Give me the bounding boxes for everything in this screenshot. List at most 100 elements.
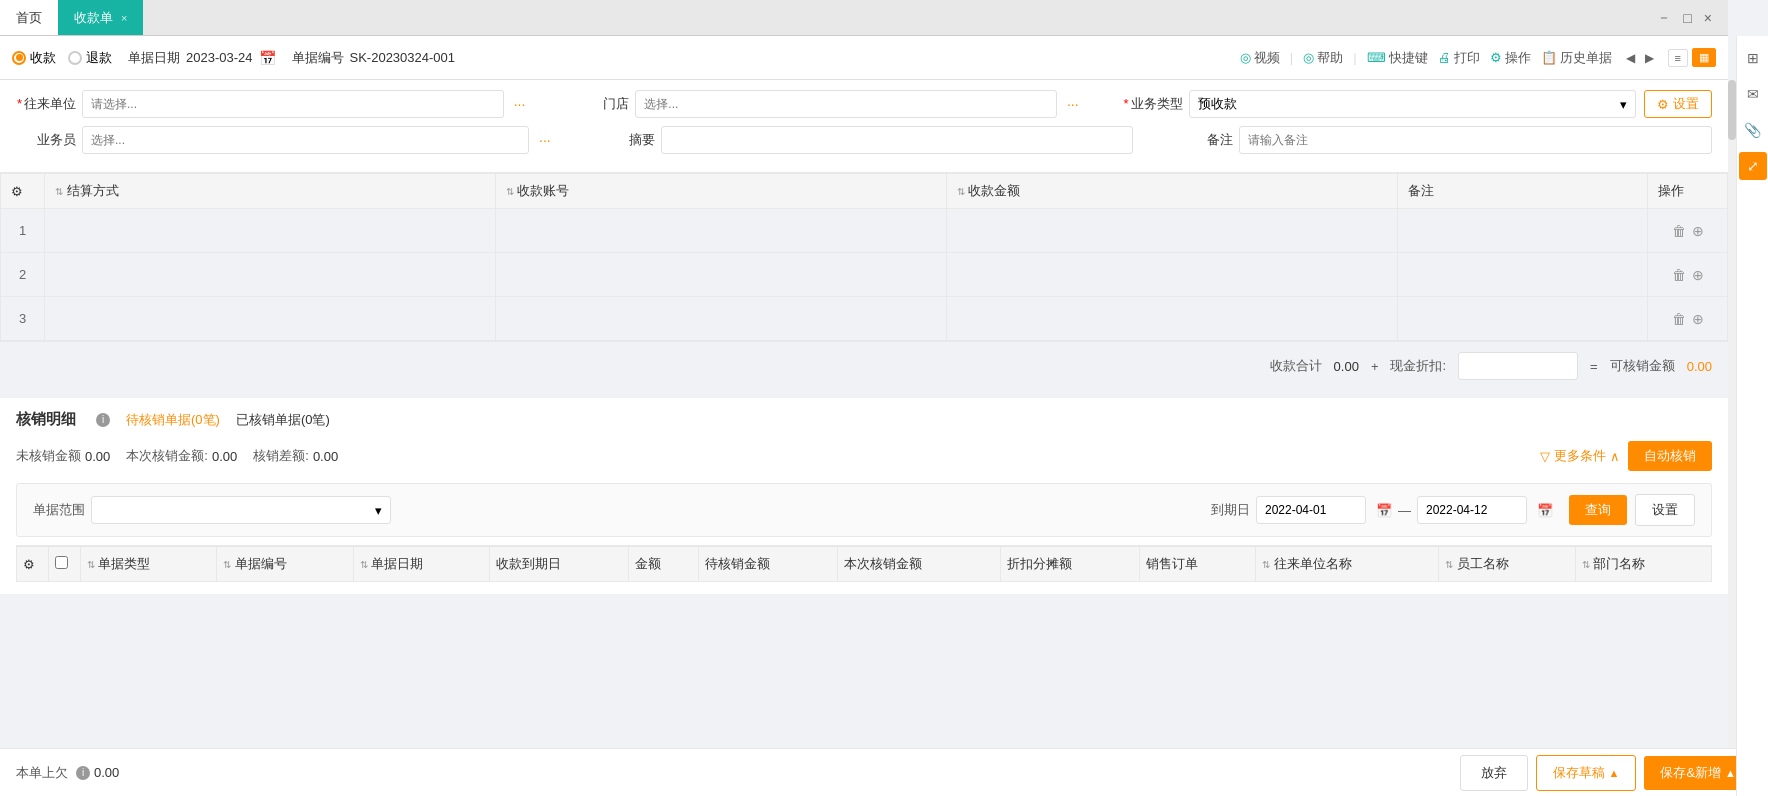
abandon-btn[interactable]: 放弃 — [1460, 755, 1528, 791]
radio-tuikuan-circle — [68, 51, 82, 65]
sidebar-clip-icon[interactable]: 📎 — [1739, 116, 1767, 144]
col-action-header: 操作 — [1648, 174, 1728, 209]
staff-input[interactable] — [82, 126, 529, 154]
table-settings-icon-2[interactable]: ⚙ — [23, 557, 35, 572]
pending-tab[interactable]: 待核销单据(0笔) — [126, 411, 220, 429]
store-more-btn[interactable]: ··· — [1063, 96, 1083, 112]
tab-home[interactable]: 首页 — [0, 0, 58, 35]
verification-section: 核销明细 i 待核销单据(0笔) 已核销单据(0笔) 未核销金额 0.00 本次… — [0, 398, 1728, 594]
account-cell-2[interactable] — [495, 253, 946, 297]
discount-input[interactable] — [1458, 352, 1578, 380]
view-grid[interactable]: ▦ — [1692, 48, 1716, 67]
search-settings-btn[interactable]: 设置 — [1635, 494, 1695, 526]
settle-cell-2[interactable] — [45, 253, 496, 297]
note-cell-2[interactable] — [1397, 253, 1647, 297]
note-input[interactable] — [1239, 126, 1712, 154]
radio-shoukuan[interactable]: 收款 — [12, 49, 56, 67]
shortcut-action[interactable]: ⌨ 快捷键 — [1367, 49, 1428, 67]
done-tab[interactable]: 已核销单据(0笔) — [236, 411, 330, 429]
save-new-btn[interactable]: 保存&新增 ▲ — [1644, 756, 1728, 790]
table-section: ⚙ ⇅ 结算方式 ⇅ 收款账号 ⇅ 收款金额 备注 — [0, 173, 1728, 341]
cal-to-icon[interactable]: 📅 — [1537, 503, 1553, 518]
bottom-info-icon[interactable]: i — [76, 766, 90, 780]
amount-cell-2[interactable] — [946, 253, 1397, 297]
auto-verify-btn[interactable]: 自动核销 — [1628, 441, 1712, 471]
account-cell-1[interactable] — [495, 209, 946, 253]
table-row: 2 🗑 ⊕ — [1, 253, 1728, 297]
more-conditions-btn[interactable]: ▽ 更多条件 ∧ — [1540, 447, 1620, 465]
minimize-btn[interactable]: － — [1657, 9, 1671, 27]
delete-icon-1[interactable]: 🗑 — [1672, 223, 1686, 239]
account-cell-3[interactable] — [495, 297, 946, 341]
col-partner-name: ⇅ 往来单位名称 — [1256, 547, 1439, 582]
history-icon: 📋 — [1541, 50, 1557, 65]
sort-icon: ⇅ — [506, 186, 514, 197]
operate-label: 操作 — [1505, 49, 1531, 67]
maximize-btn[interactable]: □ — [1683, 10, 1691, 26]
radio-shoukuan-circle — [12, 51, 26, 65]
col-account-header: ⇅ 收款账号 — [495, 174, 946, 209]
col-pending: 待核销金额 — [699, 547, 838, 582]
equals-sign: = — [1590, 359, 1598, 374]
tab-active[interactable]: 收款单 × — [58, 0, 143, 35]
delete-icon-2[interactable]: 🗑 — [1672, 267, 1686, 283]
amount-cell-3[interactable] — [946, 297, 1397, 341]
note-label: 备注 — [1173, 131, 1233, 149]
settings-button[interactable]: ⚙ 设置 — [1644, 90, 1712, 118]
cal-from-icon[interactable]: 📅 — [1376, 503, 1392, 518]
date-from-input[interactable] — [1256, 496, 1366, 524]
copy-icon-2[interactable]: ⊕ — [1692, 267, 1704, 283]
staff-more-btn[interactable]: ··· — [535, 132, 555, 148]
settle-cell-1[interactable] — [45, 209, 496, 253]
table-row: 3 🗑 ⊕ — [1, 297, 1728, 341]
check-all[interactable] — [55, 556, 68, 569]
date-to-input[interactable] — [1417, 496, 1527, 524]
history-action[interactable]: 📋 历史单据 — [1541, 49, 1612, 67]
bottom-bar: 本单上欠 i 0.00 放弃 保存草稿 ▲ 保存&新增 ▲ — [0, 748, 1728, 796]
col-settings-header: ⚙ — [1, 174, 45, 209]
sidebar-table-icon[interactable]: ⊞ — [1739, 44, 1767, 72]
settle-cell-3[interactable] — [45, 297, 496, 341]
available-label: 可核销金额 — [1610, 357, 1675, 375]
summary-input[interactable] — [661, 126, 1134, 154]
chevron-up-icon: ∧ — [1610, 449, 1620, 464]
total-label: 收款合计 — [1270, 357, 1322, 375]
video-action[interactable]: ◎ 视频 — [1240, 49, 1280, 67]
table-settings-icon[interactable]: ⚙ — [11, 184, 23, 199]
close-btn[interactable]: × — [1704, 10, 1712, 26]
scroll-thumb[interactable] — [1728, 80, 1736, 140]
sidebar-expand-icon[interactable]: ⤢ — [1739, 152, 1767, 180]
due-label: 到期日 — [1211, 501, 1250, 519]
unverified-stat: 未核销金额 0.00 — [16, 447, 110, 465]
current-stat: 本次核销金额: 0.00 — [126, 447, 237, 465]
radio-tuikuan[interactable]: 退款 — [68, 49, 112, 67]
copy-icon-3[interactable]: ⊕ — [1692, 311, 1704, 327]
total-value: 0.00 — [1334, 359, 1359, 374]
query-btn[interactable]: 查询 — [1569, 495, 1627, 525]
sidebar-mail-icon[interactable]: ✉ — [1739, 80, 1767, 108]
col-due-date: 收款到期日 — [490, 547, 629, 582]
print-action[interactable]: 🖨 打印 — [1438, 49, 1480, 67]
tab-close-icon[interactable]: × — [121, 12, 127, 24]
business-type-select[interactable]: 预收款 ▾ — [1189, 90, 1636, 118]
note-cell-3[interactable] — [1397, 297, 1647, 341]
view-list[interactable]: ≡ — [1668, 49, 1688, 67]
scroll-track[interactable] — [1728, 80, 1736, 748]
save-draft-btn[interactable]: 保存草稿 ▲ — [1536, 755, 1637, 791]
note-cell-1[interactable] — [1397, 209, 1647, 253]
radio-tuikuan-label: 退款 — [86, 49, 112, 67]
copy-icon-1[interactable]: ⊕ — [1692, 223, 1704, 239]
help-action[interactable]: ◎ 帮助 — [1303, 49, 1343, 67]
operate-action[interactable]: ⚙ 操作 — [1490, 49, 1531, 67]
store-input[interactable] — [635, 90, 1057, 118]
nav-next[interactable]: ▶ — [1641, 49, 1658, 67]
partner-input[interactable] — [82, 90, 504, 118]
range-select[interactable]: ▾ — [91, 496, 391, 524]
delete-icon-3[interactable]: 🗑 — [1672, 311, 1686, 327]
help-icon: ◎ — [1303, 50, 1314, 65]
calendar-icon[interactable]: 📅 — [259, 50, 276, 66]
partner-more-btn[interactable]: ··· — [510, 96, 530, 112]
amount-cell-1[interactable] — [946, 209, 1397, 253]
info-icon[interactable]: i — [96, 413, 110, 427]
nav-prev[interactable]: ◀ — [1622, 49, 1639, 67]
